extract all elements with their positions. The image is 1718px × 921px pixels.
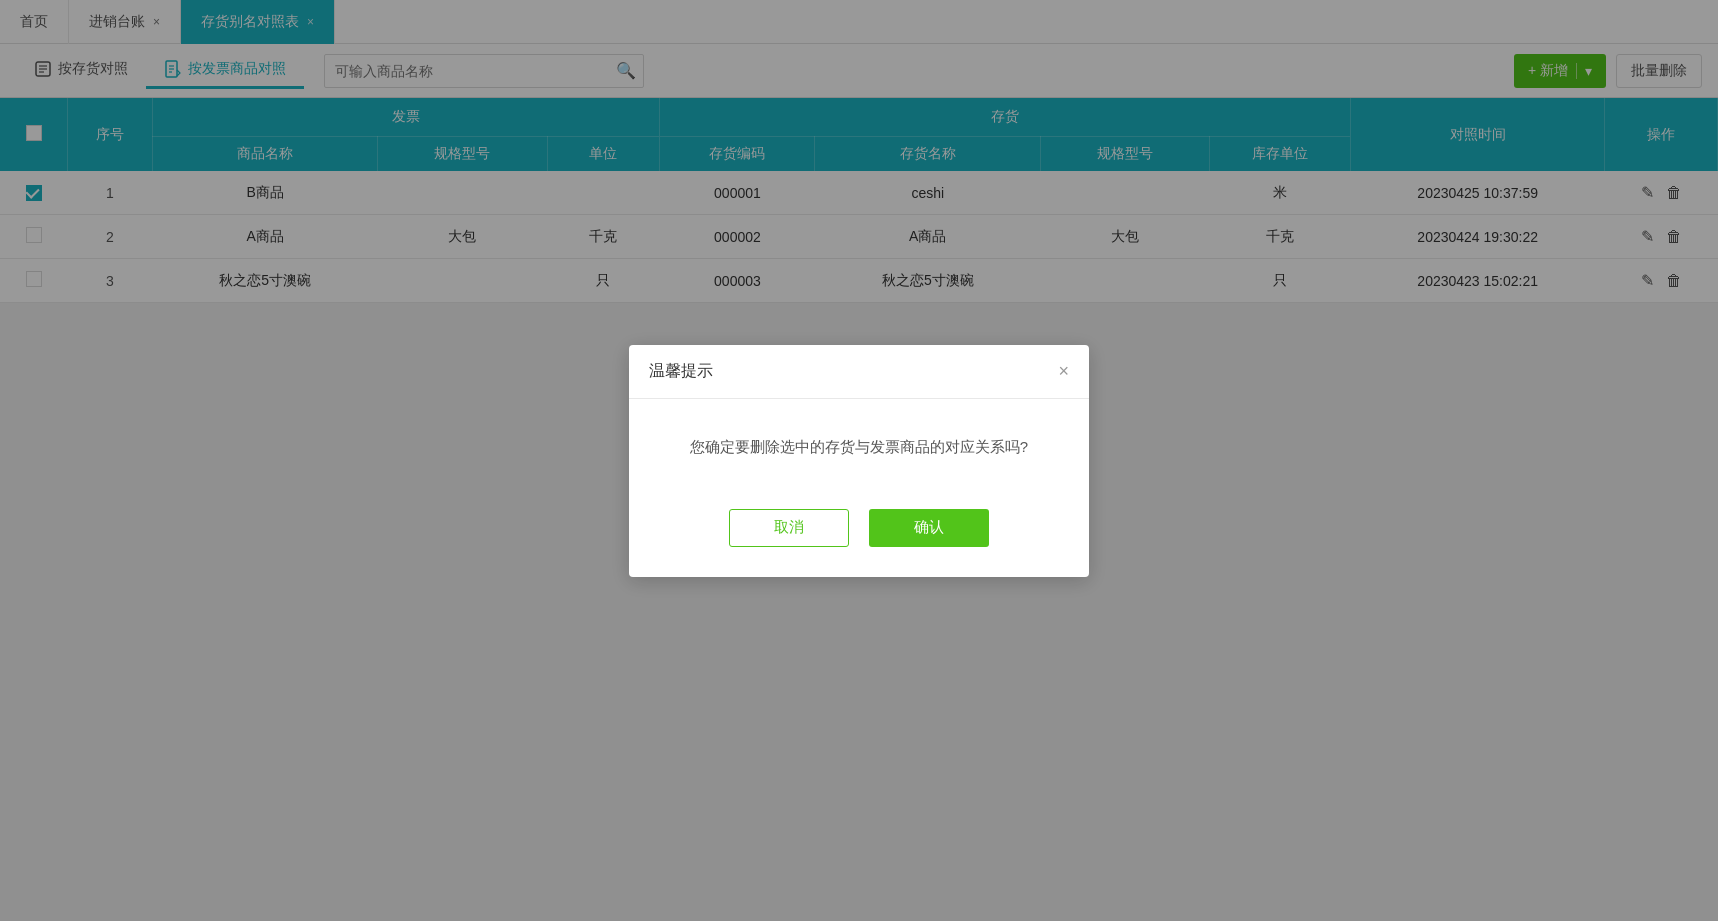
- modal-overlay: 温馨提示 × 您确定要删除选中的存货与发票商品的对应关系吗? 取消 确认: [0, 0, 1718, 303]
